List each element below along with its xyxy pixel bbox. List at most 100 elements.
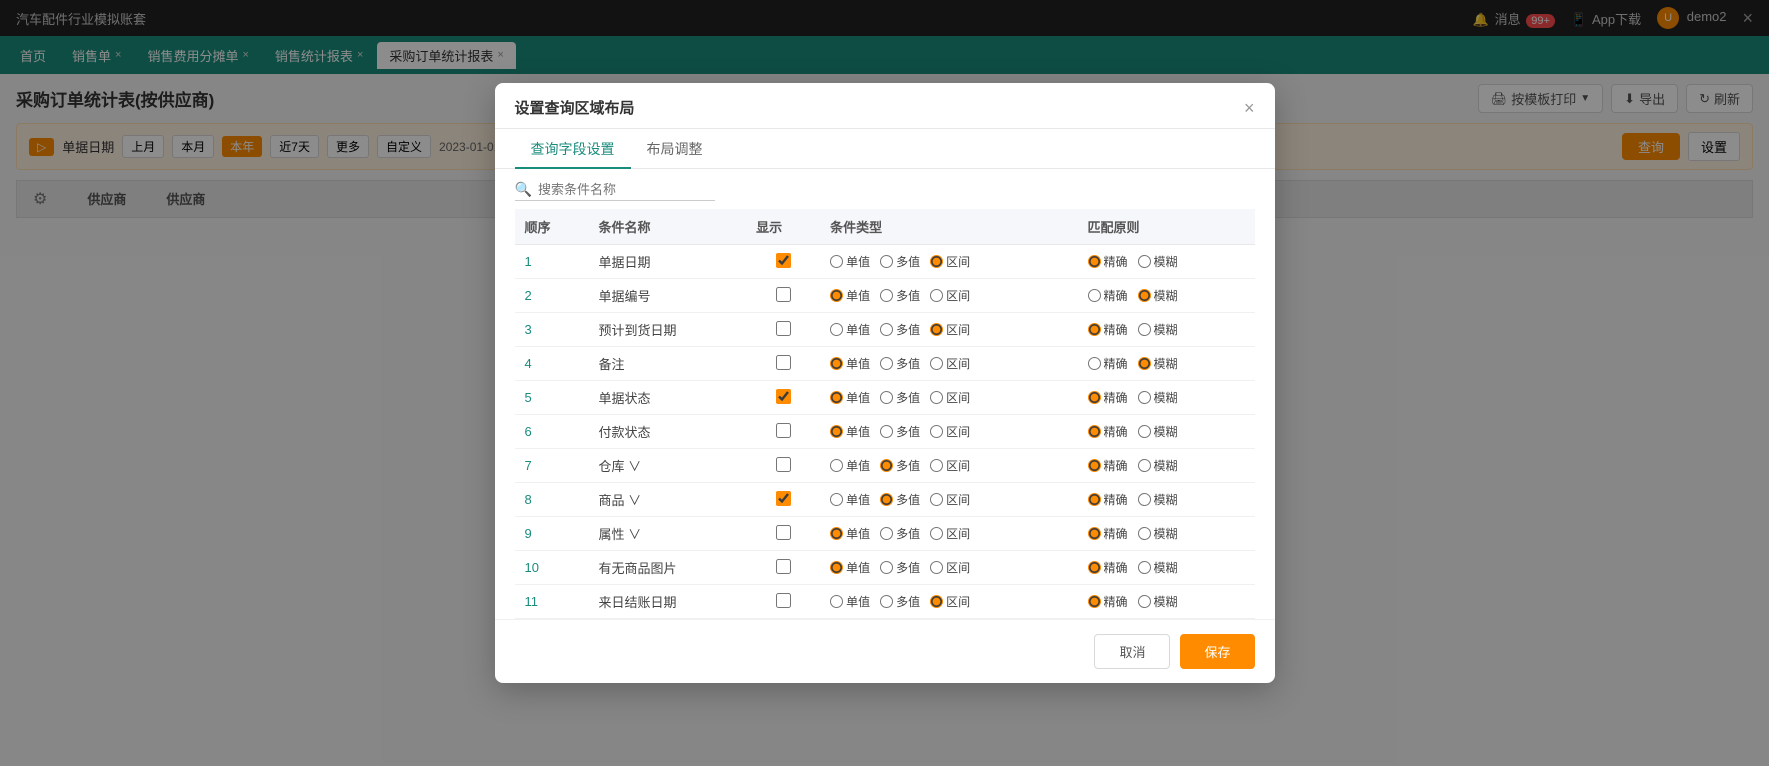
display-checkbox[interactable] [776,389,791,404]
row-display-checkbox[interactable] [746,347,820,381]
radio-input-single[interactable] [830,255,843,268]
row-display-checkbox[interactable] [746,279,820,313]
radio-input-single[interactable] [830,425,843,438]
modal-close-button[interactable]: × [1244,99,1255,117]
radio-input-single[interactable] [830,323,843,336]
row-display-checkbox[interactable] [746,381,820,415]
radio-input-range[interactable] [930,391,943,404]
radio-input-exact[interactable] [1088,323,1101,336]
row-display-checkbox[interactable] [746,585,820,619]
match-radio-fuzzy[interactable]: 模糊 [1138,457,1178,474]
display-checkbox[interactable] [776,593,791,608]
type-radio-multi[interactable]: 多值 [880,491,920,508]
type-radio-range[interactable]: 区间 [930,287,970,304]
type-radio-range[interactable]: 区间 [930,491,970,508]
radio-input-multi[interactable] [880,425,893,438]
radio-input-fuzzy[interactable] [1138,459,1151,472]
radio-input-range[interactable] [930,561,943,574]
radio-input-multi[interactable] [880,391,893,404]
row-display-checkbox[interactable] [746,551,820,585]
tab-layout-adjust[interactable]: 布局调整 [631,129,719,169]
match-radio-fuzzy[interactable]: 模糊 [1138,355,1178,372]
type-radio-multi[interactable]: 多值 [880,457,920,474]
radio-input-range[interactable] [930,323,943,336]
radio-input-range[interactable] [930,357,943,370]
match-radio-exact[interactable]: 精确 [1088,525,1128,542]
radio-input-fuzzy[interactable] [1138,425,1151,438]
row-display-checkbox[interactable] [746,449,820,483]
match-radio-fuzzy[interactable]: 模糊 [1138,559,1178,576]
match-radio-exact[interactable]: 精确 [1088,253,1128,270]
radio-input-single[interactable] [830,493,843,506]
radio-input-multi[interactable] [880,459,893,472]
radio-input-multi[interactable] [880,323,893,336]
type-radio-single[interactable]: 单值 [830,525,870,542]
type-radio-multi[interactable]: 多值 [880,287,920,304]
type-radio-range[interactable]: 区间 [930,525,970,542]
row-display-checkbox[interactable] [746,415,820,449]
match-radio-fuzzy[interactable]: 模糊 [1138,593,1178,610]
radio-input-fuzzy[interactable] [1138,255,1151,268]
radio-input-multi[interactable] [880,527,893,540]
radio-input-single[interactable] [830,391,843,404]
match-radio-fuzzy[interactable]: 模糊 [1138,491,1178,508]
match-radio-fuzzy[interactable]: 模糊 [1138,389,1178,406]
radio-input-exact[interactable] [1088,357,1101,370]
radio-input-fuzzy[interactable] [1138,527,1151,540]
match-radio-fuzzy[interactable]: 模糊 [1138,423,1178,440]
match-radio-exact[interactable]: 精确 [1088,559,1128,576]
type-radio-single[interactable]: 单值 [830,389,870,406]
type-radio-range[interactable]: 区间 [930,593,970,610]
radio-input-exact[interactable] [1088,255,1101,268]
type-radio-multi[interactable]: 多值 [880,525,920,542]
radio-input-fuzzy[interactable] [1138,493,1151,506]
match-radio-exact[interactable]: 精确 [1088,389,1128,406]
display-checkbox[interactable] [776,287,791,302]
radio-input-range[interactable] [930,493,943,506]
radio-input-fuzzy[interactable] [1138,357,1151,370]
radio-input-multi[interactable] [880,561,893,574]
radio-input-single[interactable] [830,561,843,574]
match-radio-exact[interactable]: 精确 [1088,321,1128,338]
radio-input-range[interactable] [930,595,943,608]
radio-input-range[interactable] [930,425,943,438]
type-radio-range[interactable]: 区间 [930,253,970,270]
type-radio-multi[interactable]: 多值 [880,389,920,406]
match-radio-exact[interactable]: 精确 [1088,355,1128,372]
display-checkbox[interactable] [776,525,791,540]
display-checkbox[interactable] [776,423,791,438]
radio-input-fuzzy[interactable] [1138,595,1151,608]
radio-input-exact[interactable] [1088,527,1101,540]
row-display-checkbox[interactable] [746,313,820,347]
radio-input-range[interactable] [930,255,943,268]
type-radio-single[interactable]: 单值 [830,253,870,270]
type-radio-range[interactable]: 区间 [930,423,970,440]
radio-input-fuzzy[interactable] [1138,323,1151,336]
radio-input-range[interactable] [930,289,943,302]
match-radio-fuzzy[interactable]: 模糊 [1138,287,1178,304]
radio-input-multi[interactable] [880,595,893,608]
row-display-checkbox[interactable] [746,517,820,551]
display-checkbox[interactable] [776,253,791,268]
display-checkbox[interactable] [776,491,791,506]
match-radio-fuzzy[interactable]: 模糊 [1138,253,1178,270]
type-radio-single[interactable]: 单值 [830,287,870,304]
type-radio-multi[interactable]: 多值 [880,593,920,610]
match-radio-fuzzy[interactable]: 模糊 [1138,525,1178,542]
radio-input-fuzzy[interactable] [1138,289,1151,302]
type-radio-single[interactable]: 单值 [830,423,870,440]
radio-input-multi[interactable] [880,255,893,268]
type-radio-multi[interactable]: 多值 [880,423,920,440]
type-radio-single[interactable]: 单值 [830,457,870,474]
display-checkbox[interactable] [776,457,791,472]
display-checkbox[interactable] [776,321,791,336]
radio-input-exact[interactable] [1088,561,1101,574]
display-checkbox[interactable] [776,355,791,370]
radio-input-range[interactable] [930,459,943,472]
display-checkbox[interactable] [776,559,791,574]
match-radio-exact[interactable]: 精确 [1088,491,1128,508]
type-radio-range[interactable]: 区间 [930,389,970,406]
type-radio-single[interactable]: 单值 [830,321,870,338]
row-display-checkbox[interactable] [746,483,820,517]
type-radio-single[interactable]: 单值 [830,491,870,508]
